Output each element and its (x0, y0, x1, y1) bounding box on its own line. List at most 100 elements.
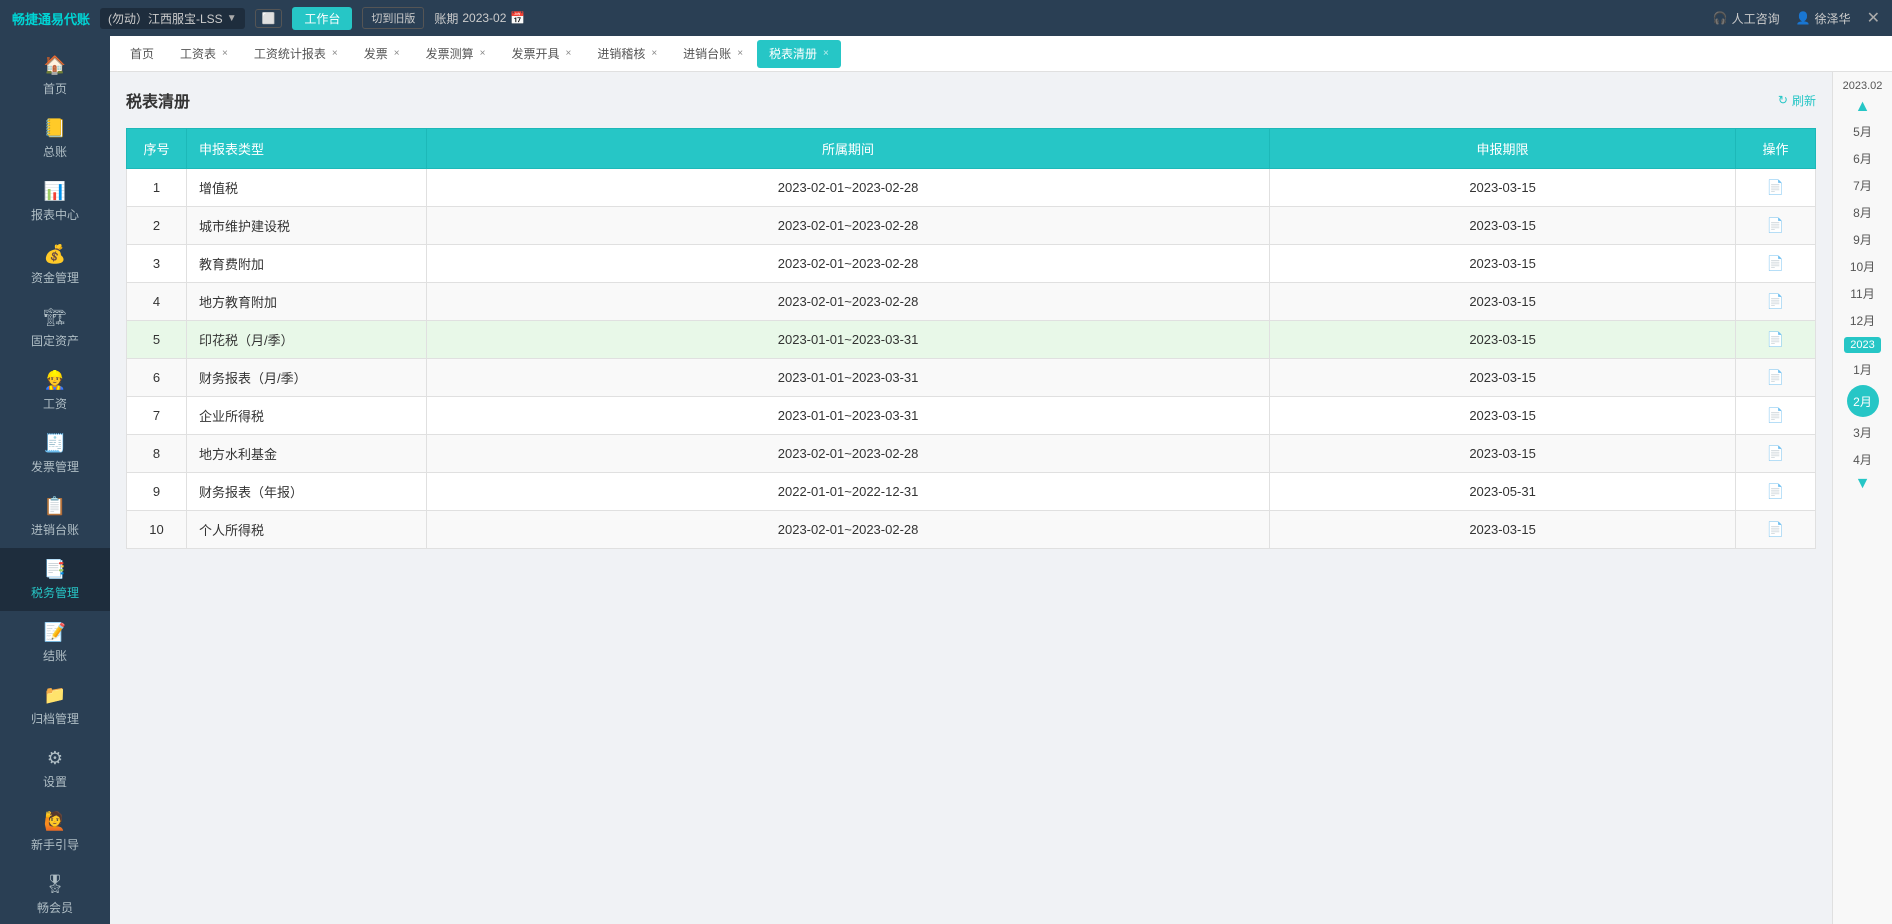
cell-deadline-6: 2023-03-15 (1270, 397, 1736, 435)
action-icon-9[interactable]: 📄 (1767, 521, 1784, 537)
user-profile[interactable]: 👤 徐泽华 (1796, 10, 1851, 27)
cell-action-1: 📄 (1736, 207, 1816, 245)
table-row: 4 地方教育附加 2023-02-01~2023-02-28 2023-03-1… (127, 283, 1816, 321)
date-month-3[interactable]: 3月 (1833, 419, 1892, 446)
copy-button[interactable]: ⬜ (255, 9, 283, 28)
action-icon-3[interactable]: 📄 (1767, 293, 1784, 309)
purchase-sales-icon: 📋 (44, 495, 66, 517)
action-icon-6[interactable]: 📄 (1767, 407, 1784, 423)
guide-icon: 🙋 (44, 810, 66, 832)
date-month-10[interactable]: 10月 (1833, 253, 1892, 280)
tab-close-purchase-ledger[interactable]: × (737, 48, 743, 59)
tab-tax-register[interactable]: 税表清册 × (757, 40, 841, 68)
tab-close-invoice-calc[interactable]: × (480, 48, 486, 59)
tab-salary-stats[interactable]: 工资统计报表 × (242, 40, 350, 68)
sidebar-item-guide[interactable]: 🙋 新手引导 (0, 800, 110, 863)
cell-period-2: 2023-02-01~2023-02-28 (427, 245, 1270, 283)
date-month-1[interactable]: 1月 (1833, 356, 1892, 383)
refresh-button[interactable]: ↻ 刷新 (1778, 92, 1816, 109)
year-badge-2023: 2023 (1844, 337, 1880, 353)
sidebar-item-close[interactable]: 📝 结账 (0, 611, 110, 674)
tab-invoice-calc[interactable]: 发票测算 × (414, 40, 498, 68)
tab-purchase-ledger[interactable]: 进销台账 × (671, 40, 755, 68)
cell-type-7: 地方水利基金 (187, 435, 427, 473)
calendar-icon[interactable]: 📅 (510, 11, 525, 25)
sidebar-item-assets[interactable]: 🏗 固定资产 (0, 296, 110, 359)
top-bar: 畅捷通易代账 (勿动）江西服宝-LSS ▼ ⬜ 工作台 切到旧版 账期 2023… (0, 0, 1892, 36)
tab-close-invoice-open[interactable]: × (565, 48, 571, 59)
date-panel-down-button[interactable]: ▼ (1855, 473, 1871, 495)
tab-purchase-audit[interactable]: 进销稽核 × (585, 40, 669, 68)
sidebar-item-fund[interactable]: 💰 资金管理 (0, 233, 110, 296)
date-month-8[interactable]: 8月 (1833, 199, 1892, 226)
cell-deadline-3: 2023-03-15 (1270, 283, 1736, 321)
sidebar-item-settings[interactable]: ⚙ 设置 (0, 737, 110, 800)
date-month-7[interactable]: 7月 (1833, 172, 1892, 199)
tab-invoice[interactable]: 发票 × (352, 40, 412, 68)
table-header-row: 序号 申报表类型 所属期间 申报期限 操作 (127, 129, 1816, 169)
tab-close-invoice[interactable]: × (394, 48, 400, 59)
date-month-11[interactable]: 11月 (1833, 280, 1892, 307)
sidebar-label-purchase-sales: 进销台账 (31, 521, 79, 538)
cell-deadline-1: 2023-03-15 (1270, 207, 1736, 245)
sidebar-item-archive[interactable]: 📁 归档管理 (0, 674, 110, 737)
human-service-button[interactable]: 🎧 人工咨询 (1713, 10, 1780, 27)
sidebar-label-home: 首页 (43, 80, 67, 97)
sidebar-label-close: 结账 (43, 647, 67, 664)
cell-period-8: 2022-01-01~2022-12-31 (427, 473, 1270, 511)
tab-close-salary-stats[interactable]: × (332, 48, 338, 59)
cell-id-4: 5 (127, 321, 187, 359)
company-name: (勿动）江西服宝-LSS (108, 10, 223, 27)
main-panel: 税表清册 ↻ 刷新 序号 申报表类型 所属期间 申报期限 操作 (110, 72, 1832, 924)
action-icon-4[interactable]: 📄 (1767, 331, 1784, 347)
cell-period-7: 2023-02-01~2023-02-28 (427, 435, 1270, 473)
sidebar-label-settings: 设置 (43, 773, 67, 790)
cell-action-6: 📄 (1736, 397, 1816, 435)
sidebar-label-tax: 税务管理 (31, 584, 79, 601)
date-panel-up-button[interactable]: ▲ (1855, 96, 1871, 118)
action-icon-1[interactable]: 📄 (1767, 217, 1784, 233)
tab-invoice-open[interactable]: 发票开具 × (499, 40, 583, 68)
workspace-button[interactable]: 工作台 (292, 7, 352, 30)
sidebar-item-salary[interactable]: 👷 工资 (0, 359, 110, 422)
cell-period-5: 2023-01-01~2023-03-31 (427, 359, 1270, 397)
close-button[interactable]: ✕ (1867, 8, 1880, 28)
switch-version-button[interactable]: 切到旧版 (362, 7, 424, 29)
company-selector[interactable]: (勿动）江西服宝-LSS ▼ (100, 8, 245, 29)
table-row: 7 企业所得税 2023-01-01~2023-03-31 2023-03-15… (127, 397, 1816, 435)
action-icon-0[interactable]: 📄 (1767, 179, 1784, 195)
action-icon-5[interactable]: 📄 (1767, 369, 1784, 385)
table-row: 10 个人所得税 2023-02-01~2023-02-28 2023-03-1… (127, 511, 1816, 549)
company-dropdown-icon: ▼ (227, 13, 237, 24)
tab-close-salary-table[interactable]: × (222, 48, 228, 59)
sidebar-item-report[interactable]: 📊 报表中心 (0, 170, 110, 233)
cell-id-1: 2 (127, 207, 187, 245)
date-month-6[interactable]: 6月 (1833, 145, 1892, 172)
tab-close-tax-register[interactable]: × (823, 48, 829, 59)
sidebar-label-salary: 工资 (43, 395, 67, 412)
date-month-12[interactable]: 12月 (1833, 307, 1892, 334)
date-month-5[interactable]: 5月 (1833, 118, 1892, 145)
action-icon-7[interactable]: 📄 (1767, 445, 1784, 461)
sidebar-item-invoice[interactable]: 🧾 发票管理 (0, 422, 110, 485)
sidebar-item-member[interactable]: 🎖 畅会员 (0, 863, 110, 924)
sidebar-item-purchase-sales[interactable]: 📋 进销台账 (0, 485, 110, 548)
sidebar-item-ledger[interactable]: 📒 总账 (0, 107, 110, 170)
action-icon-2[interactable]: 📄 (1767, 255, 1784, 271)
close-accounts-icon: 📝 (44, 621, 66, 643)
cell-deadline-8: 2023-05-31 (1270, 473, 1736, 511)
date-month-9[interactable]: 9月 (1833, 226, 1892, 253)
sidebar-label-guide: 新手引导 (31, 836, 79, 853)
cell-id-9: 10 (127, 511, 187, 549)
sidebar-item-tax[interactable]: 📑 税务管理 (0, 548, 110, 611)
cell-type-9: 个人所得税 (187, 511, 427, 549)
cell-action-7: 📄 (1736, 435, 1816, 473)
sidebar-item-home[interactable]: 🏠 首页 (0, 44, 110, 107)
action-icon-8[interactable]: 📄 (1767, 483, 1784, 499)
tab-home[interactable]: 首页 (118, 40, 166, 68)
date-month-2-active[interactable]: 2月 (1847, 385, 1879, 417)
tab-salary-table[interactable]: 工资表 × (168, 40, 240, 68)
cell-type-5: 财务报表（月/季） (187, 359, 427, 397)
date-month-4[interactable]: 4月 (1833, 446, 1892, 473)
tab-close-purchase-audit[interactable]: × (651, 48, 657, 59)
